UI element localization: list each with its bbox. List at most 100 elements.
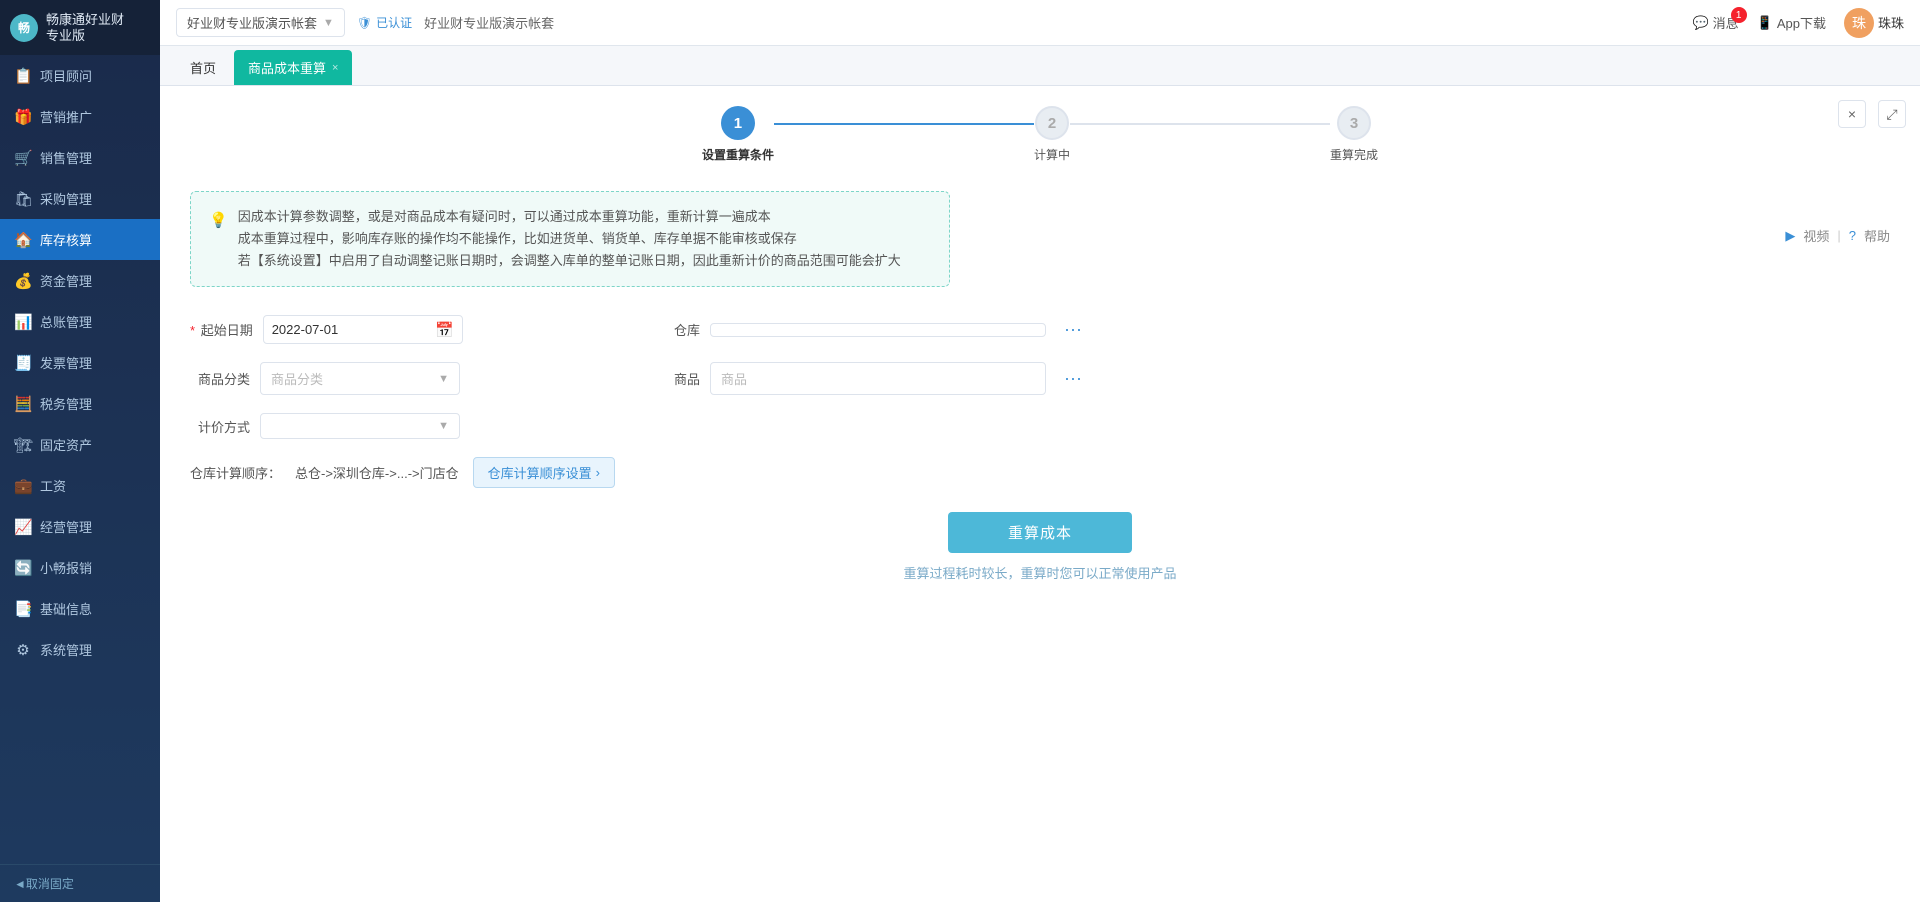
finance-icon: 💰 — [14, 272, 32, 290]
category-select[interactable]: 商品分类 ▼ — [260, 362, 460, 395]
price-method-select[interactable]: ▼ — [260, 413, 460, 439]
info-text: 因成本计算参数调整，或是对商品成本有疑问时，可以通过成本重算功能，重新计算一遍成… — [238, 206, 901, 272]
sidebar-item-inventory[interactable]: 🏠 库存核算 — [0, 219, 160, 260]
start-date-input[interactable] — [264, 316, 427, 343]
info-line-2: 成本重算过程中，影响库存账的操作均不能操作，比如进货单、销货单、库存单据不能审核… — [238, 228, 901, 250]
goods-dots-icon[interactable]: ··· — [1056, 364, 1090, 393]
warehouse-order-value: 总仓->深圳仓库->...->门店仓 — [295, 463, 459, 482]
logo-icon: 畅 — [10, 14, 38, 42]
sidebar-item-finance[interactable]: 💰 资金管理 — [0, 260, 160, 301]
required-star: * — [190, 323, 195, 338]
sidebar-item-salary[interactable]: 💼 工资 — [0, 465, 160, 506]
sidebar-item-label: 小畅报销 — [40, 558, 92, 577]
logo-subtitle: 专业版 — [46, 28, 124, 44]
step-2-circle: 2 — [1035, 106, 1069, 140]
marketing-icon: 🎁 — [14, 108, 32, 126]
sidebar-item-marketing[interactable]: 🎁 营销推广 — [0, 96, 160, 137]
system-icon: ⚙ — [14, 641, 32, 659]
invoice-icon: 🧾 — [14, 354, 32, 372]
sidebar-item-project[interactable]: 📋 项目顾问 — [0, 55, 160, 96]
warehouse-label: 仓库 — [660, 320, 700, 339]
logo-text: 畅康通好业财 专业版 — [46, 12, 124, 43]
unpin-button[interactable]: ◄取消固定 — [0, 864, 160, 902]
step-1-label: 设置重算条件 — [702, 146, 774, 163]
sidebar-item-system[interactable]: ⚙ 系统管理 — [0, 629, 160, 670]
sidebar-item-label: 税务管理 — [40, 394, 92, 413]
sidebar-item-tax[interactable]: 🧮 税务管理 — [0, 383, 160, 424]
sidebar-item-label: 采购管理 — [40, 189, 92, 208]
form-section: * 起始日期 📅 仓库 ··· — [190, 315, 1090, 488]
start-date-input-wrap[interactable]: 📅 — [263, 315, 463, 344]
info-box: 💡 因成本计算参数调整，或是对商品成本有疑问时，可以通过成本重算功能，重新计算一… — [190, 191, 950, 287]
sidebar-item-label: 资金管理 — [40, 271, 92, 290]
account-name: 好业财专业版演示帐套 — [187, 13, 317, 32]
sidebar-item-label: 经营管理 — [40, 517, 92, 536]
base-icon: 📑 — [14, 600, 32, 618]
sidebar-item-purchase[interactable]: 🛍 采购管理 — [0, 178, 160, 219]
warehouse-order-btn-label: 仓库计算顺序设置 — [488, 463, 592, 482]
info-line-3: 若【系统设置】中启用了自动调整记账日期时，会调整入库单的整单记账日期，因此重新计… — [238, 250, 901, 272]
sidebar-item-sales[interactable]: 🛒 销售管理 — [0, 137, 160, 178]
sidebar-item-accounting[interactable]: 📊 总账管理 — [0, 301, 160, 342]
content-inner: × ⤢ 1 设置重算条件 2 计算 — [160, 86, 1920, 902]
warehouse-order-settings-button[interactable]: 仓库计算顺序设置 › — [473, 457, 615, 488]
goods-label: 商品 — [660, 369, 700, 388]
sidebar-item-assets[interactable]: 🏗 固定资产 — [0, 424, 160, 465]
help-link[interactable]: 帮助 — [1864, 226, 1890, 245]
form-row-1: * 起始日期 📅 仓库 ··· — [190, 315, 1090, 344]
category-label: 商品分类 — [190, 369, 250, 388]
project-icon: 📋 — [14, 67, 32, 85]
sidebar-item-label: 固定资产 — [40, 435, 92, 454]
ops-icon: 📈 — [14, 518, 32, 536]
sidebar-item-label: 工资 — [40, 476, 66, 495]
username: 珠珠 — [1878, 13, 1904, 32]
category-placeholder: 商品分类 — [271, 369, 323, 388]
form-row-3: 计价方式 ▼ — [190, 413, 1090, 439]
help-sep: | — [1837, 228, 1840, 243]
tab-recalc[interactable]: 商品成本重算 × — [234, 50, 352, 85]
sidebar-item-base[interactable]: 📑 基础信息 — [0, 588, 160, 629]
price-method-arrow-icon: ▼ — [438, 420, 449, 432]
account-selector[interactable]: 好业财专业版演示帐套 ▼ — [176, 8, 345, 37]
app-label: App下载 — [1777, 13, 1826, 32]
calendar-icon[interactable]: 📅 — [427, 321, 462, 339]
tab-home-label: 首页 — [190, 58, 216, 77]
sidebar-item-label: 项目顾问 — [40, 66, 92, 85]
step-2-label: 计算中 — [1034, 146, 1070, 163]
messages-badge: 1 — [1731, 7, 1747, 23]
play-icon: ▶ — [1785, 228, 1795, 244]
warehouse-input[interactable] — [710, 323, 1046, 337]
messages-button[interactable]: 💬 消息 1 — [1692, 13, 1738, 32]
certified-label: 已认证 — [376, 14, 412, 31]
category-field: 商品分类 商品分类 ▼ — [190, 362, 620, 395]
sidebar-item-ops[interactable]: 📈 经营管理 — [0, 506, 160, 547]
account-arrow-icon: ▼ — [323, 17, 334, 29]
sidebar-item-label: 营销推广 — [40, 107, 92, 126]
sidebar-item-expense[interactable]: 🔄 小畅报销 — [0, 547, 160, 588]
warehouse-field: 仓库 ··· — [660, 315, 1090, 344]
question-icon: ? — [1849, 228, 1856, 243]
step-line-1 — [774, 123, 1034, 125]
sidebar-item-invoice[interactable]: 🧾 发票管理 — [0, 342, 160, 383]
step-3-num: 3 — [1350, 115, 1358, 132]
recalc-button[interactable]: 重算成本 — [948, 512, 1132, 553]
goods-input[interactable]: 商品 — [710, 362, 1046, 395]
expense-icon: 🔄 — [14, 559, 32, 577]
tab-close-icon[interactable]: × — [332, 62, 338, 74]
help-links: ▶ 视频 | ? 帮助 — [1785, 226, 1890, 245]
certified-badge: 🛡 已认证 — [357, 14, 412, 31]
step-3: 3 重算完成 — [1330, 106, 1378, 163]
warehouse-dots-icon[interactable]: ··· — [1056, 315, 1090, 344]
topbar: 好业财专业版演示帐套 ▼ 🛡 已认证 好业财专业版演示帐套 💬 消息 1 📱 A… — [160, 0, 1920, 46]
step-line-2 — [1070, 123, 1330, 125]
user-profile[interactable]: 珠 珠珠 — [1844, 8, 1904, 38]
main-area: 好业财专业版演示帐套 ▼ 🛡 已认证 好业财专业版演示帐套 💬 消息 1 📱 A… — [160, 0, 1920, 902]
app-download-button[interactable]: 📱 App下载 — [1757, 13, 1826, 32]
video-link[interactable]: 视频 — [1803, 226, 1829, 245]
assets-icon: 🏗 — [14, 436, 32, 454]
tab-home[interactable]: 首页 — [176, 50, 230, 85]
sidebar-logo: 畅 畅康通好业财 专业版 — [0, 0, 160, 55]
step-3-label: 重算完成 — [1330, 146, 1378, 163]
shield-icon: 🛡 — [357, 16, 372, 30]
warehouse-order-row: 仓库计算顺序： 总仓->深圳仓库->...->门店仓 仓库计算顺序设置 › — [190, 457, 1090, 488]
